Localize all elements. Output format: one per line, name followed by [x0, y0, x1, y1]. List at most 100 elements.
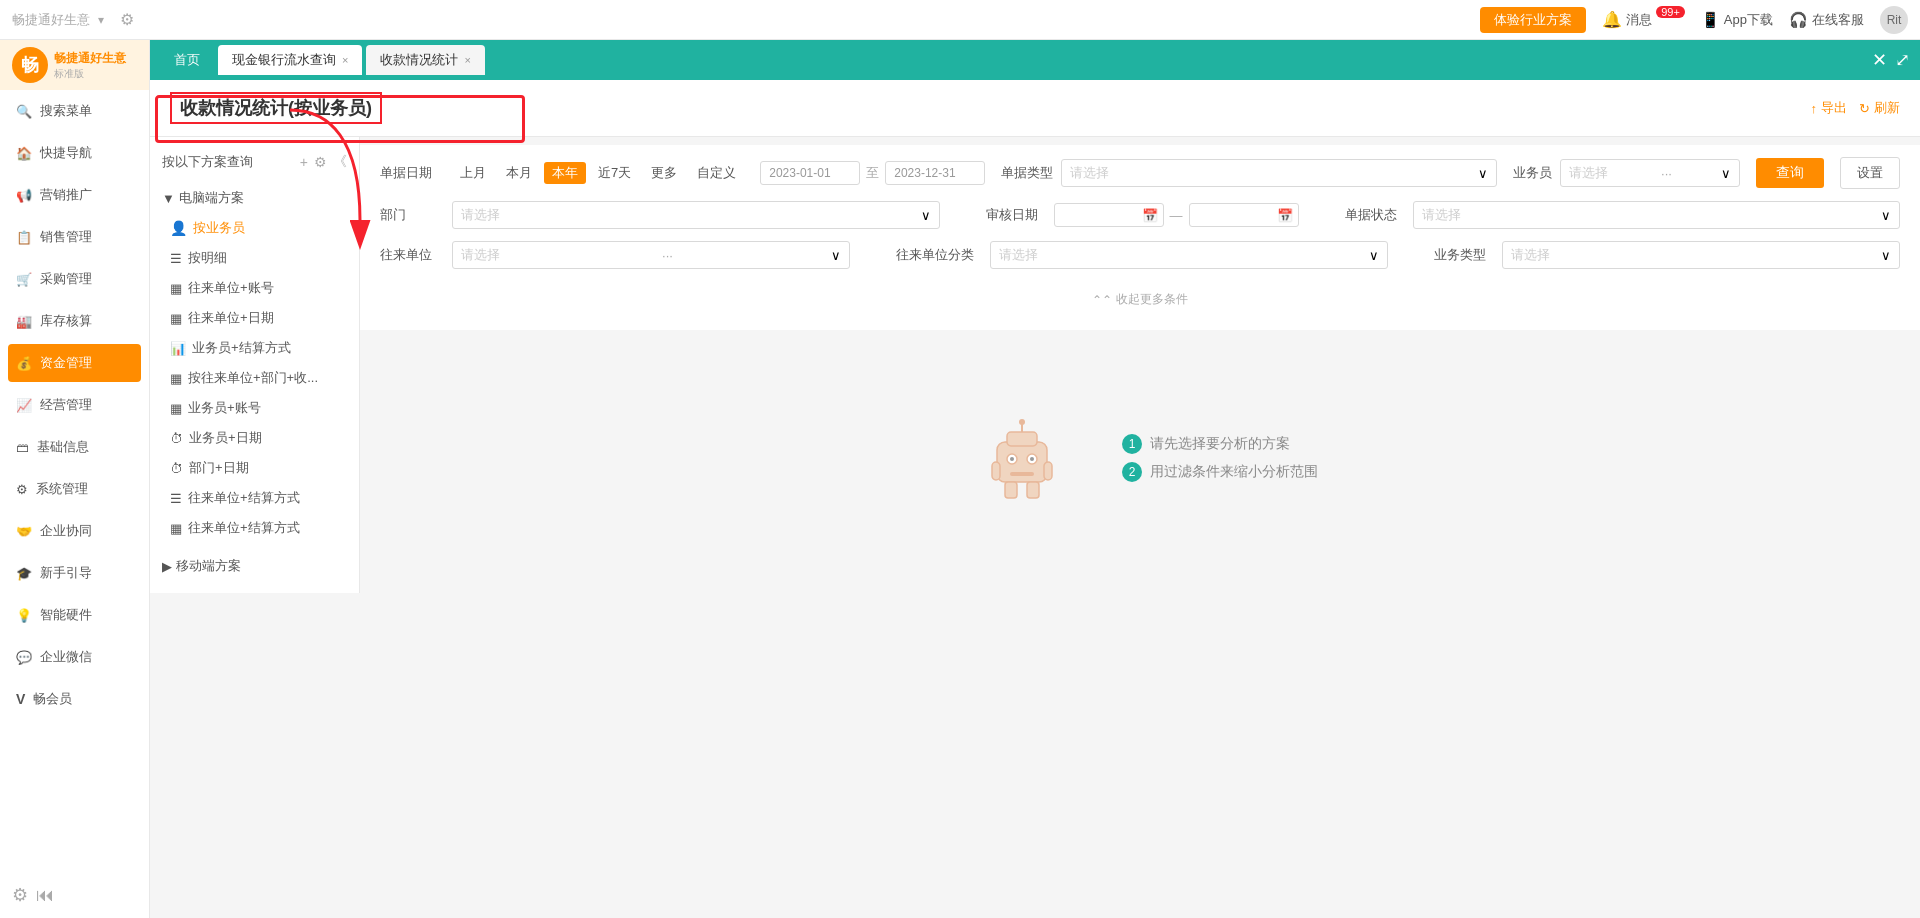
dept-arrow: ∨: [921, 208, 931, 223]
date-tab-more[interactable]: 更多: [643, 162, 685, 184]
salesman-label: 业务员: [1513, 164, 1552, 182]
online-service-item[interactable]: 🎧 在线客服: [1789, 11, 1864, 29]
cart-icon: 🛒: [16, 272, 32, 287]
collapse-panel-icon[interactable]: 《: [333, 153, 347, 171]
partner-arrow: ∨: [831, 248, 841, 263]
sidebar-item-member[interactable]: V 畅会员: [0, 678, 149, 720]
set-button[interactable]: 设置: [1840, 157, 1900, 189]
scheme-item-partner-date[interactable]: ▦ 往来单位+日期: [150, 303, 359, 333]
query-button[interactable]: 查询: [1756, 158, 1824, 188]
pc-section-header[interactable]: ▼ 电脑端方案: [150, 183, 359, 213]
calendar-start-icon[interactable]: 📅: [1142, 208, 1158, 223]
date-tab-thisyear[interactable]: 本年: [544, 162, 586, 184]
grid5-icon: ▦: [170, 521, 182, 536]
scheme-item-partner-method2[interactable]: ▦ 往来单位+结算方式: [150, 513, 359, 543]
scheme-item-partner-account[interactable]: ▦ 往来单位+账号: [150, 273, 359, 303]
sidebar-item-sales[interactable]: 📋 销售管理: [0, 216, 149, 258]
bell-icon: 🔔: [1602, 10, 1622, 29]
tab-collection[interactable]: 收款情况统计 ×: [366, 45, 484, 75]
partner-select[interactable]: 请选择 ··· ∨: [452, 241, 850, 269]
export-button[interactable]: ↑ 导出: [1811, 99, 1848, 117]
warehouse-icon: 🏭: [16, 314, 32, 329]
scheme-item-dept-date[interactable]: ⏱ 部门+日期: [150, 453, 359, 483]
scheme-item-salesman-method[interactable]: 📊 业务员+结算方式: [150, 333, 359, 363]
sidebar-item-system[interactable]: ⚙ 系统管理: [0, 468, 149, 510]
refresh-button[interactable]: ↻ 刷新: [1859, 99, 1900, 117]
sidebar-item-inventory[interactable]: 🏭 库存核算: [0, 300, 149, 342]
scheme-item-salesman[interactable]: 👤 按业务员: [150, 213, 359, 243]
partner-more-icon[interactable]: ···: [662, 248, 673, 263]
dept-select[interactable]: 请选择 ∨: [452, 201, 940, 229]
doc-type-select[interactable]: 请选择 ∨: [1061, 159, 1497, 187]
scheme-item-partner-dept[interactable]: ▦ 按往来单位+部门+收...: [150, 363, 359, 393]
clock2-icon: ⏱: [170, 461, 183, 476]
wechat-icon: 💬: [16, 650, 32, 665]
tab-home[interactable]: 首页: [160, 45, 214, 75]
version-badge: 标准版: [54, 67, 126, 81]
doc-status-select[interactable]: 请选择 ∨: [1413, 201, 1901, 229]
collapse-sidebar-icon[interactable]: ⏮: [36, 885, 54, 906]
date-end-input[interactable]: [885, 161, 985, 185]
tab-cashflow-close[interactable]: ×: [342, 54, 348, 66]
trial-button[interactable]: 体验行业方案: [1480, 7, 1586, 33]
tab-cashflow[interactable]: 现金银行流水查询 ×: [218, 45, 362, 75]
handshake-icon: 🤝: [16, 524, 32, 539]
biz-type-select[interactable]: 请选择 ∨: [1502, 241, 1900, 269]
partner-category-select[interactable]: 请选择 ∨: [990, 241, 1388, 269]
sidebar-item-purchase[interactable]: 🛒 采购管理: [0, 258, 149, 300]
date-separator: 至: [866, 164, 879, 182]
close-window-icon[interactable]: ✕: [1872, 49, 1887, 71]
add-scheme-icon[interactable]: +: [300, 154, 308, 170]
sidebar-item-marketing[interactable]: 📢 营销推广: [0, 174, 149, 216]
empty-illustration: [962, 402, 1082, 522]
user-avatar[interactable]: Rit: [1880, 6, 1908, 34]
sidebar-item-finance[interactable]: 💰 资金管理: [8, 344, 141, 382]
date-tab-lastmonth[interactable]: 上月: [452, 162, 494, 184]
hardware-icon: 💡: [16, 608, 32, 623]
calendar-end-icon[interactable]: 📅: [1277, 208, 1293, 223]
svg-point-4: [1010, 457, 1014, 461]
date-start-input[interactable]: [760, 161, 860, 185]
sidebar-item-search[interactable]: 🔍 搜索菜单: [0, 90, 149, 132]
service-icon: 🎧: [1789, 11, 1808, 29]
search-icon: 🔍: [16, 104, 32, 119]
settings-icon[interactable]: ⚙: [120, 10, 134, 29]
collapse-filter-button[interactable]: ⌃⌃ 收起更多条件: [380, 281, 1900, 318]
date-tab-custom[interactable]: 自定义: [689, 162, 744, 184]
sidebar-item-quicknav[interactable]: 🏠 快捷导航: [0, 132, 149, 174]
settings-bottom-icon[interactable]: ⚙: [12, 884, 28, 906]
salesman-select[interactable]: 请选择 ··· ∨: [1560, 159, 1740, 187]
online-service-label: 在线客服: [1812, 11, 1864, 29]
sidebar-item-basic-info[interactable]: 🗃 基础信息: [0, 426, 149, 468]
scheme-item-salesman-account[interactable]: ▦ 业务员+账号: [150, 393, 359, 423]
database-icon: 🗃: [16, 440, 29, 455]
sidebar-item-hardware[interactable]: 💡 智能硬件: [0, 594, 149, 636]
scheme-item-detail[interactable]: ☰ 按明细: [150, 243, 359, 273]
sidebar-item-enterprise[interactable]: 🤝 企业协同: [0, 510, 149, 552]
expand-icon[interactable]: ⤢: [1895, 49, 1910, 71]
salesman-more-icon[interactable]: ···: [1661, 166, 1672, 181]
export-icon: ↑: [1811, 101, 1818, 116]
tab-collection-close[interactable]: ×: [464, 54, 470, 66]
bar-icon: 📊: [170, 341, 186, 356]
guide-icon: 🎓: [16, 566, 32, 581]
empty-instructions: 1 请先选择要分析的方案 2 用过滤条件来缩小分析范围: [1122, 434, 1318, 490]
scheme-item-partner-method1[interactable]: ☰ 往来单位+结算方式: [150, 483, 359, 513]
step2-text: 用过滤条件来缩小分析范围: [1150, 463, 1318, 481]
date-label: 单据日期: [380, 164, 436, 182]
sidebar-item-wechat[interactable]: 💬 企业微信: [0, 636, 149, 678]
grid2-icon: ▦: [170, 311, 182, 326]
svg-rect-10: [1027, 482, 1039, 498]
doc-type-arrow: ∨: [1478, 166, 1488, 181]
svg-rect-6: [1010, 472, 1034, 476]
date-tab-7days[interactable]: 近7天: [590, 162, 639, 184]
app-download-item[interactable]: 📱 App下载: [1701, 11, 1773, 29]
notification-item[interactable]: 🔔 消息 99+: [1602, 10, 1685, 29]
scheme-item-salesman-date[interactable]: ⏱ 业务员+日期: [150, 423, 359, 453]
chevron-down-icon[interactable]: ▾: [98, 13, 104, 27]
sidebar-item-guide[interactable]: 🎓 新手引导: [0, 552, 149, 594]
date-tab-thismonth[interactable]: 本月: [498, 162, 540, 184]
settings-scheme-icon[interactable]: ⚙: [314, 154, 327, 170]
sidebar-item-operations[interactable]: 📈 经营管理: [0, 384, 149, 426]
mobile-section-header[interactable]: ▶ 移动端方案: [150, 551, 359, 581]
